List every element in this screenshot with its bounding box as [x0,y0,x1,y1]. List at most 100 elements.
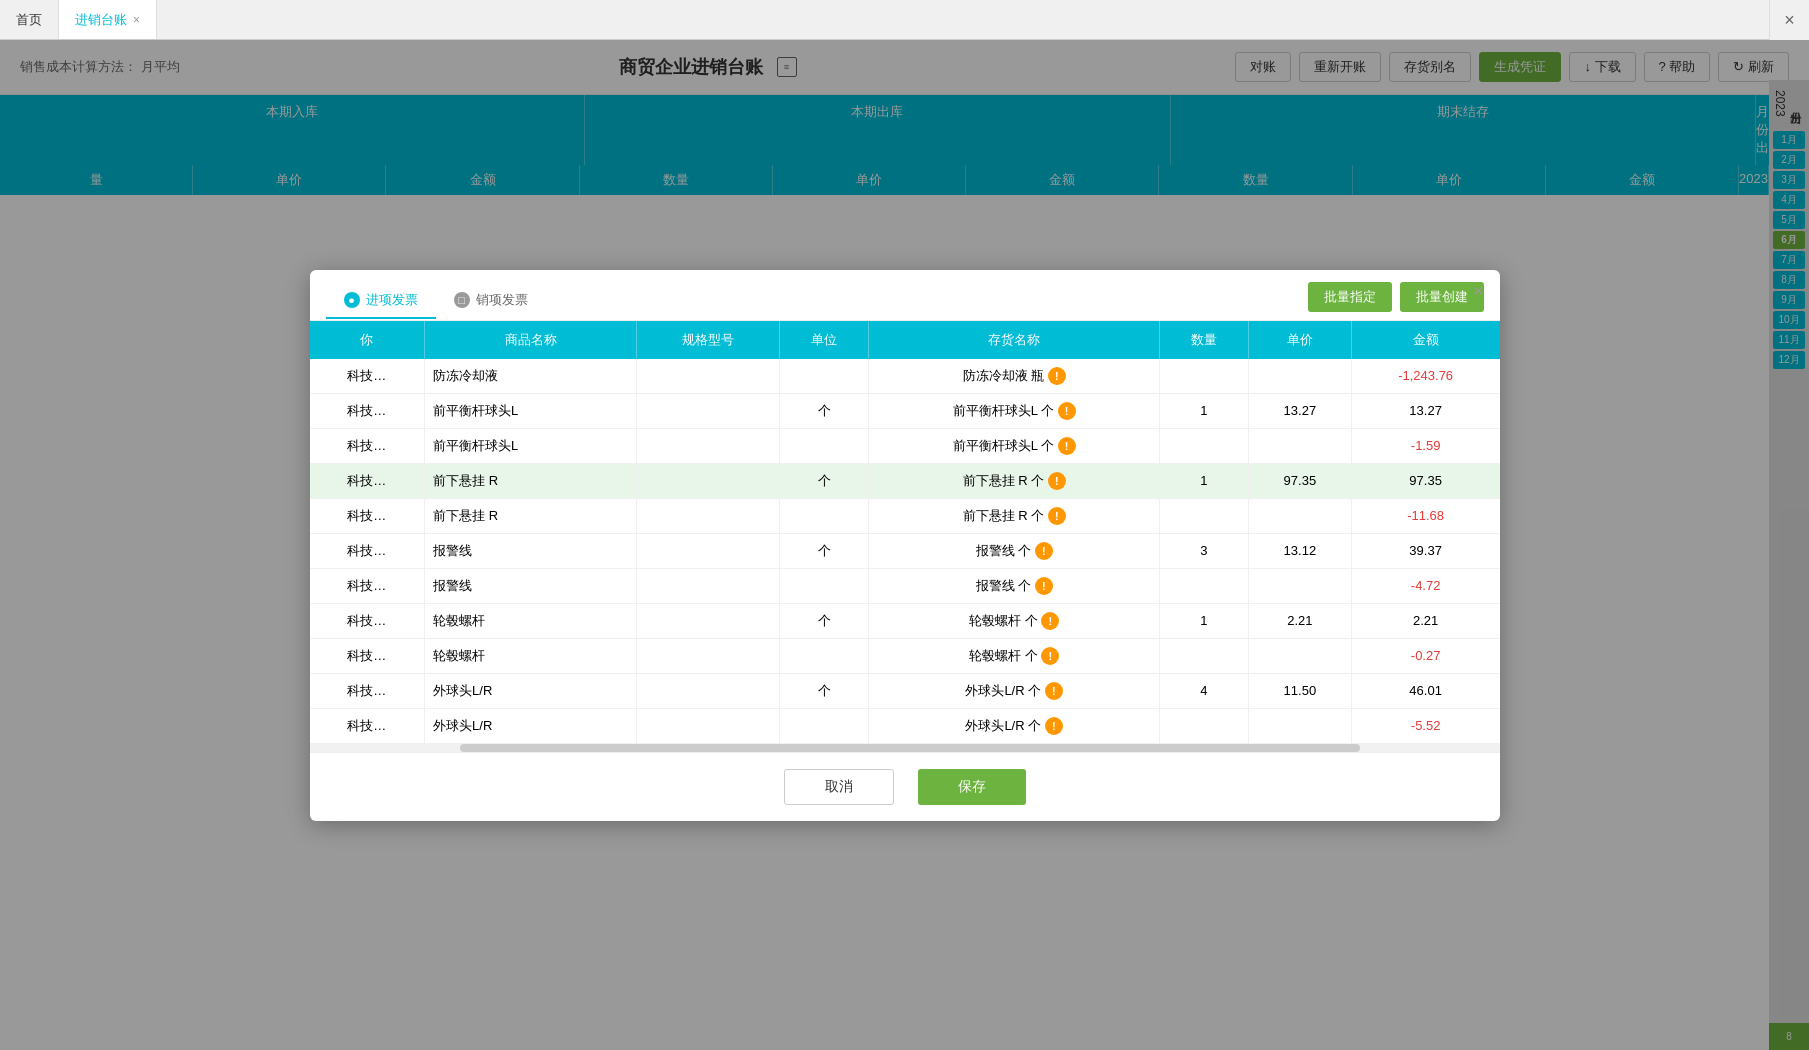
col-quantity: 1 [1159,393,1248,428]
warning-icon: ! [1048,472,1066,490]
col-header-unit-price: 单价 [1249,321,1352,359]
col-spec [637,708,780,743]
warning-icon: ! [1048,507,1066,525]
col-header-inventory-name: 存货名称 [869,321,1159,359]
col-header-amount: 金额 [1351,321,1499,359]
col-amount: -5.52 [1351,708,1499,743]
window-close-button[interactable]: × [1769,0,1809,40]
col-quantity: 1 [1159,463,1248,498]
tab-close-icon[interactable]: × [133,13,140,27]
modal-tab-purchase[interactable]: ● 进项发票 [326,283,436,319]
tab-bar: 首页 进销台账 × × [0,0,1809,40]
table-row[interactable]: 科技…报警线报警线 个 !-4.72 [310,568,1500,603]
col-product-name: 外球头L/R [425,708,637,743]
batch-assign-button[interactable]: 批量指定 [1308,282,1392,312]
main-page: 销售成本计算方法： 月平均 商贸企业进销台账 ≡ 对账 重新开账 存货别名 生成… [0,40,1809,1050]
col-quantity [1159,568,1248,603]
col-inventory: 报警线 个 ! [869,533,1159,568]
table-row[interactable]: 科技…外球头L/R个外球头L/R 个 !411.5046.01 [310,673,1500,708]
col-spec [637,393,780,428]
warning-icon: ! [1035,577,1053,595]
col-inventory: 外球头L/R 个 ! [869,708,1159,743]
col-amount: -4.72 [1351,568,1499,603]
col-unit: 个 [780,673,869,708]
col-spec [637,603,780,638]
col-quantity: 4 [1159,673,1248,708]
save-button[interactable]: 保存 [918,769,1026,805]
col-inventory: 外球头L/R 个 ! [869,673,1159,708]
cancel-button[interactable]: 取消 [784,769,894,805]
col-header-company: 你 [310,321,425,359]
tab-ledger[interactable]: 进销台账 × [59,0,157,39]
col-spec [637,673,780,708]
tab-ledger-label: 进销台账 [75,11,127,29]
col-inventory: 前下悬挂 R 个 ! [869,463,1159,498]
col-inventory: 前平衡杆球头L 个 ! [869,428,1159,463]
warning-icon: ! [1058,437,1076,455]
warning-icon: ! [1041,612,1059,630]
warning-icon: ! [1048,367,1066,385]
col-spec [637,498,780,533]
col-quantity [1159,638,1248,673]
col-product-name: 外球头L/R [425,673,637,708]
col-amount: 39.37 [1351,533,1499,568]
col-header-unit: 单位 [780,321,869,359]
col-product-name: 前下悬挂 R [425,498,637,533]
col-company: 科技… [310,533,425,568]
scrollbar-thumb[interactable] [460,744,1360,752]
modal-table: 你 商品名称 规格型号 单位 存货名称 数量 单价 金额 科技…防冻冷却液防冻冷… [310,321,1500,744]
col-quantity [1159,359,1248,394]
warning-icon: ! [1058,402,1076,420]
table-row[interactable]: 科技…轮毂螺杆个轮毂螺杆 个 !12.212.21 [310,603,1500,638]
col-unit-price [1249,359,1352,394]
col-unit: 个 [780,533,869,568]
table-row[interactable]: 科技…防冻冷却液防冻冷却液 瓶 !-1,243.76 [310,359,1500,394]
batch-create-button[interactable]: 批量创建 [1400,282,1484,312]
col-product-name: 前下悬挂 R [425,463,637,498]
col-quantity [1159,498,1248,533]
table-row[interactable]: 科技…外球头L/R 外球头L/R 个 ! -5.52 [310,708,1500,743]
table-row[interactable]: 科技…前下悬挂 R前下悬挂 R 个 !-11.68 [310,498,1500,533]
col-company: 科技… [310,428,425,463]
col-unit-price [1249,708,1352,743]
col-spec [637,533,780,568]
col-product-name: 轮毂螺杆 [425,638,637,673]
col-unit [780,638,869,673]
col-unit-price [1249,568,1352,603]
modal-tab-sales[interactable]: □ 销项发票 [436,283,546,319]
col-spec [637,428,780,463]
purchase-tab-icon: ● [344,292,360,308]
col-spec [637,359,780,394]
horizontal-scrollbar[interactable] [310,744,1500,752]
col-inventory: 报警线 个 ! [869,568,1159,603]
table-row[interactable]: 科技…前平衡杆球头L 前平衡杆球头L 个 ! -1.59 [310,428,1500,463]
col-company: 科技… [310,708,425,743]
tab-home[interactable]: 首页 [0,0,59,39]
col-amount: -1.59 [1351,428,1499,463]
col-unit-price [1249,638,1352,673]
table-row[interactable]: 科技…前平衡杆球头L个前平衡杆球头L 个 !113.2713.27 [310,393,1500,428]
modal-close-button[interactable]: × [1473,282,1484,300]
col-spec [637,638,780,673]
col-product-name: 前平衡杆球头L [425,428,637,463]
col-quantity: 3 [1159,533,1248,568]
col-unit-price [1249,428,1352,463]
col-spec [637,463,780,498]
col-company: 科技… [310,568,425,603]
col-unit-price: 13.27 [1249,393,1352,428]
col-company: 科技… [310,393,425,428]
col-company: 科技… [310,498,425,533]
table-row[interactable]: 科技…轮毂螺杆轮毂螺杆 个 !-0.27 [310,638,1500,673]
col-unit-price: 97.35 [1249,463,1352,498]
col-amount: -1,243.76 [1351,359,1499,394]
col-inventory: 防冻冷却液 瓶 ! [869,359,1159,394]
col-company: 科技… [310,673,425,708]
col-unit: 个 [780,463,869,498]
col-unit: 个 [780,393,869,428]
table-row[interactable]: 科技…前下悬挂 R个前下悬挂 R 个 !197.3597.35 [310,463,1500,498]
warning-icon: ! [1041,647,1059,665]
table-row[interactable]: 科技…报警线个报警线 个 !313.1239.37 [310,533,1500,568]
col-unit [780,428,869,463]
col-amount: 13.27 [1351,393,1499,428]
modal-header-right: 批量指定 批量创建 [1308,282,1484,320]
